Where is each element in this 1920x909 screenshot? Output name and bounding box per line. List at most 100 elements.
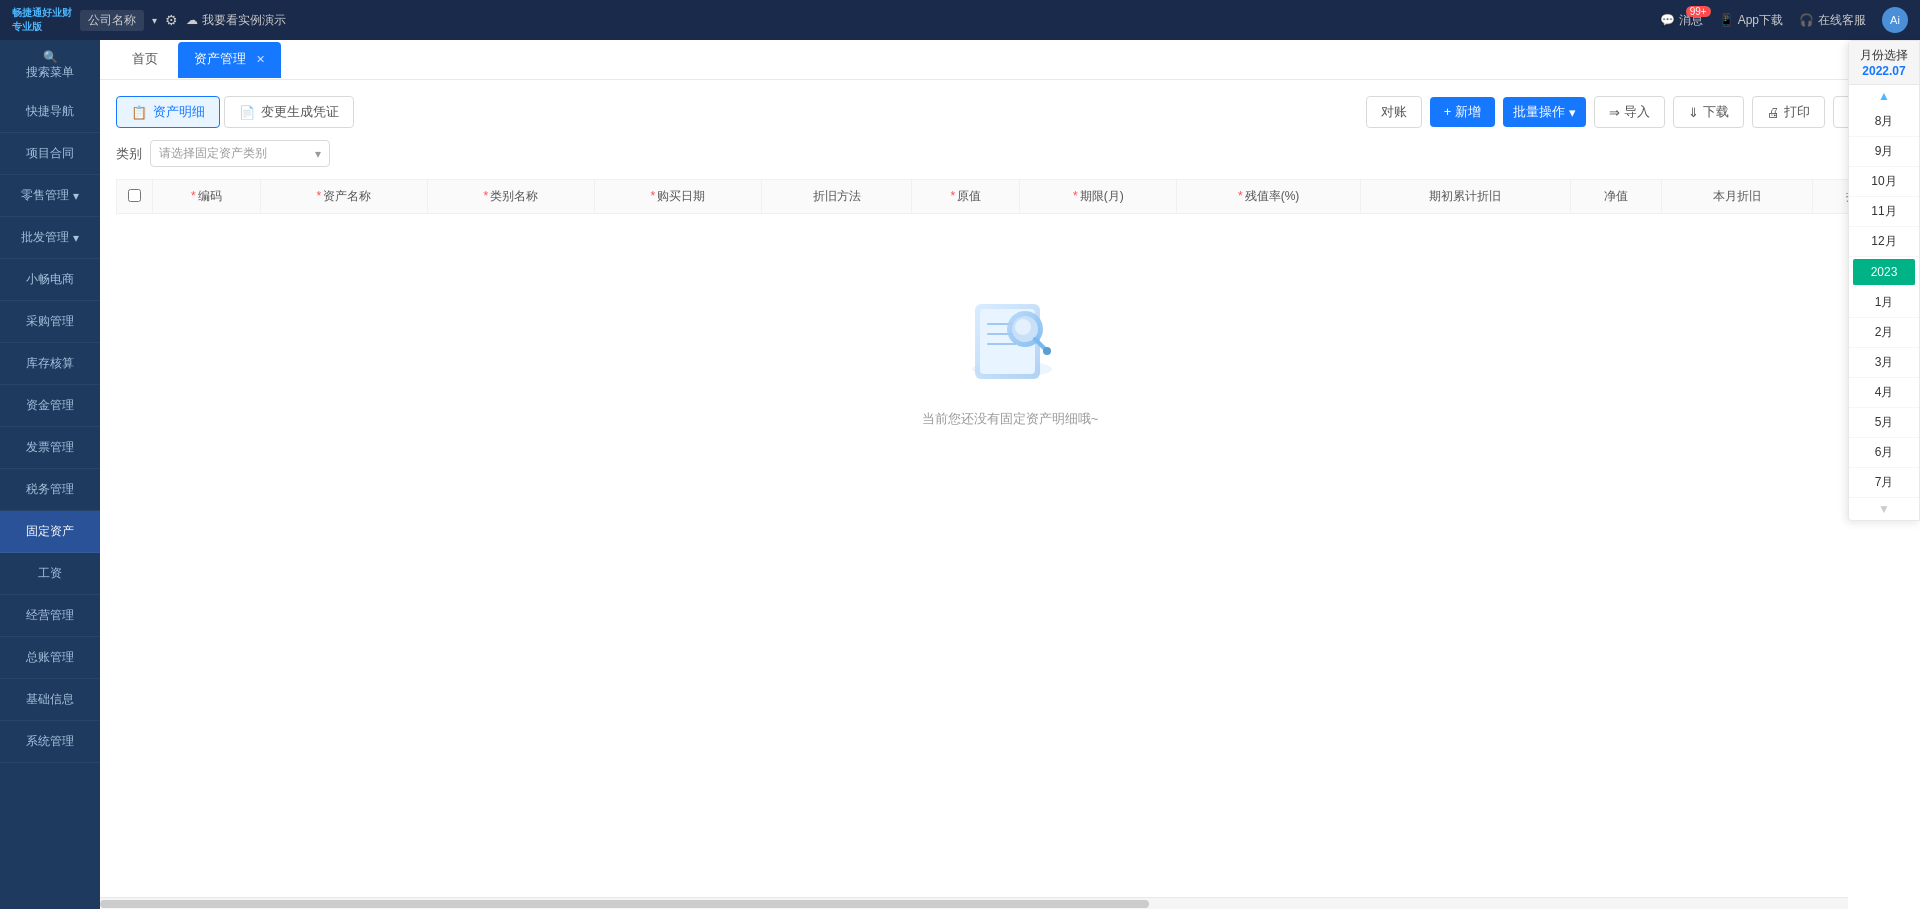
inventory-label: 库存核算 bbox=[26, 356, 74, 370]
sidebar-item-project-contract[interactable]: 项目合同 bbox=[0, 133, 100, 175]
cloud-icon: ☁ bbox=[186, 13, 198, 27]
month-item-9[interactable]: 9月 bbox=[1849, 137, 1919, 167]
nav-tabs: 首页 资产管理 ✕ bbox=[100, 40, 1920, 80]
sidebar-item-wholesale[interactable]: 批发管理 ▾ bbox=[0, 217, 100, 259]
col-depreciation-method: 折旧方法 bbox=[761, 180, 912, 214]
sidebar-item-operations[interactable]: 经营管理 bbox=[0, 595, 100, 637]
download-button[interactable]: ⇓ 下载 bbox=[1673, 96, 1744, 128]
month-item-6[interactable]: 6月 bbox=[1849, 438, 1919, 468]
month-item-3[interactable]: 3月 bbox=[1849, 348, 1919, 378]
empty-state-row: 当前您还没有固定资产明细哦~ bbox=[117, 214, 1904, 489]
month-panel-title: 月份选择 2022.07 bbox=[1849, 41, 1919, 85]
sidebar-item-search[interactable]: 🔍 搜索菜单 bbox=[0, 40, 100, 91]
sub-tab-voucher[interactable]: 📄 变更生成凭证 bbox=[224, 96, 354, 128]
sub-tab-detail-label: 资产明细 bbox=[153, 103, 205, 121]
month-panel-up-button[interactable]: ▲ bbox=[1849, 85, 1919, 107]
message-badge: 99+ bbox=[1686, 6, 1711, 17]
col-purchase-date: *购买日期 bbox=[594, 180, 761, 214]
demo-link[interactable]: ☁ 我要看实例演示 bbox=[186, 12, 286, 29]
tab-assets-label: 资产管理 bbox=[194, 51, 246, 66]
month-panel-title-label: 月份选择 bbox=[1857, 47, 1911, 64]
tab-home-label: 首页 bbox=[132, 51, 158, 66]
online-service-label: 在线客服 bbox=[1818, 12, 1866, 29]
sidebar-item-basic-info[interactable]: 基础信息 bbox=[0, 679, 100, 721]
message-button[interactable]: 💬 消息 99+ bbox=[1660, 12, 1703, 29]
month-item-5[interactable]: 5月 bbox=[1849, 408, 1919, 438]
add-label: + 新增 bbox=[1444, 103, 1481, 121]
avatar-initials: Ai bbox=[1890, 14, 1900, 26]
svg-point-10 bbox=[1043, 347, 1051, 355]
col-net-value: 净值 bbox=[1570, 180, 1661, 214]
app-download-button[interactable]: 📱 App下载 bbox=[1719, 12, 1783, 29]
month-item-7[interactable]: 7月 bbox=[1849, 468, 1919, 498]
add-button[interactable]: + 新增 bbox=[1430, 97, 1495, 127]
ecommerce-label: 小畅电商 bbox=[26, 272, 74, 286]
quick-nav-label: 快捷导航 bbox=[26, 104, 74, 118]
batch-button[interactable]: 批量操作 ▾ bbox=[1503, 97, 1586, 127]
sidebar-item-fixed-assets[interactable]: 固定资产 bbox=[0, 511, 100, 553]
month-panel-year: 2022.07 bbox=[1857, 64, 1911, 78]
month-item-10[interactable]: 10月 bbox=[1849, 167, 1919, 197]
reconcile-button[interactable]: 对账 bbox=[1366, 96, 1422, 128]
filter-placeholder: 请选择固定资产类别 bbox=[159, 145, 267, 162]
scrollbar-thumb[interactable] bbox=[100, 900, 1149, 908]
sidebar-item-general-ledger[interactable]: 总账管理 bbox=[0, 637, 100, 679]
user-avatar[interactable]: Ai bbox=[1882, 7, 1908, 33]
month-item-12[interactable]: 12月 bbox=[1849, 227, 1919, 257]
month-panel-down-button[interactable]: ▼ bbox=[1849, 498, 1919, 520]
table-header-row: *编码 *资产名称 *类别名称 *购买日期 折旧方法 *原值 *期限(月) *残… bbox=[117, 180, 1904, 214]
sub-tab-voucher-icon: 📄 bbox=[239, 105, 255, 120]
import-icon: ⇒ bbox=[1609, 105, 1620, 120]
month-item-1[interactable]: 1月 bbox=[1849, 288, 1919, 318]
tab-assets[interactable]: 资产管理 ✕ bbox=[178, 42, 281, 78]
month-item-2[interactable]: 2月 bbox=[1849, 318, 1919, 348]
assets-table: *编码 *资产名称 *类别名称 *购买日期 折旧方法 *原值 *期限(月) *残… bbox=[116, 179, 1904, 488]
month-item-11[interactable]: 11月 bbox=[1849, 197, 1919, 227]
settings-icon[interactable]: ⚙ bbox=[165, 12, 178, 28]
print-icon: 🖨 bbox=[1767, 105, 1780, 120]
select-all-header[interactable] bbox=[117, 180, 153, 214]
system-label: 系统管理 bbox=[26, 734, 74, 748]
download-label: 下载 bbox=[1703, 103, 1729, 121]
topbar-right: 💬 消息 99+ 📱 App下载 🎧 在线客服 Ai bbox=[1660, 7, 1908, 33]
company-dropdown-icon[interactable]: ▾ bbox=[152, 15, 157, 26]
sidebar-item-finance[interactable]: 资金管理 bbox=[0, 385, 100, 427]
select-all-checkbox[interactable] bbox=[128, 189, 141, 202]
app-name: 畅捷通好业财 bbox=[12, 6, 72, 20]
company-selector[interactable]: 公司名称 bbox=[80, 10, 144, 31]
empty-text: 当前您还没有固定资产明细哦~ bbox=[922, 410, 1099, 428]
sidebar-item-system[interactable]: 系统管理 bbox=[0, 721, 100, 763]
sidebar-item-purchase[interactable]: 采购管理 bbox=[0, 301, 100, 343]
category-filter[interactable]: 请选择固定资产类别 ▾ bbox=[150, 140, 330, 167]
month-item-8[interactable]: 8月 bbox=[1849, 107, 1919, 137]
retail-arrow-icon: ▾ bbox=[73, 189, 79, 203]
batch-label: 批量操作 bbox=[1513, 103, 1565, 121]
salary-label: 工资 bbox=[38, 566, 62, 580]
tab-home[interactable]: 首页 bbox=[116, 42, 174, 78]
sidebar-item-invoice[interactable]: 发票管理 bbox=[0, 427, 100, 469]
phone-icon: 📱 bbox=[1719, 13, 1734, 27]
month-item-4[interactable]: 4月 bbox=[1849, 378, 1919, 408]
horizontal-scrollbar[interactable] bbox=[100, 897, 1848, 909]
sidebar-item-tax[interactable]: 税务管理 bbox=[0, 469, 100, 511]
sidebar-item-retail[interactable]: 零售管理 ▾ bbox=[0, 175, 100, 217]
sidebar-item-quick-nav[interactable]: 快捷导航 bbox=[0, 91, 100, 133]
online-service-button[interactable]: 🎧 在线客服 bbox=[1799, 12, 1866, 29]
download-icon: ⇓ bbox=[1688, 105, 1699, 120]
import-button[interactable]: ⇒ 导入 bbox=[1594, 96, 1665, 128]
col-monthly-dep: 本月折旧 bbox=[1662, 180, 1813, 214]
print-button[interactable]: 🖨 打印 bbox=[1752, 96, 1825, 128]
col-code: *编码 bbox=[153, 180, 261, 214]
retail-label: 零售管理 bbox=[21, 187, 69, 204]
wholesale-label: 批发管理 bbox=[21, 229, 69, 246]
sidebar-item-salary[interactable]: 工资 bbox=[0, 553, 100, 595]
main-layout: 🔍 搜索菜单 快捷导航 项目合同 零售管理 ▾ 批发管理 ▾ 小畅电商 采购管理… bbox=[0, 40, 1920, 909]
tab-close-icon[interactable]: ✕ bbox=[256, 53, 265, 65]
demo-label: 我要看实例演示 bbox=[202, 12, 286, 29]
sidebar-item-ecommerce[interactable]: 小畅电商 bbox=[0, 259, 100, 301]
search-label: 搜索菜单 bbox=[8, 64, 92, 81]
sub-tab-detail[interactable]: 📋 资产明细 bbox=[116, 96, 220, 128]
table-container: *编码 *资产名称 *类别名称 *购买日期 折旧方法 *原值 *期限(月) *残… bbox=[116, 179, 1904, 893]
sidebar-item-inventory[interactable]: 库存核算 bbox=[0, 343, 100, 385]
col-accumulated-dep: 期初累计折旧 bbox=[1360, 180, 1570, 214]
